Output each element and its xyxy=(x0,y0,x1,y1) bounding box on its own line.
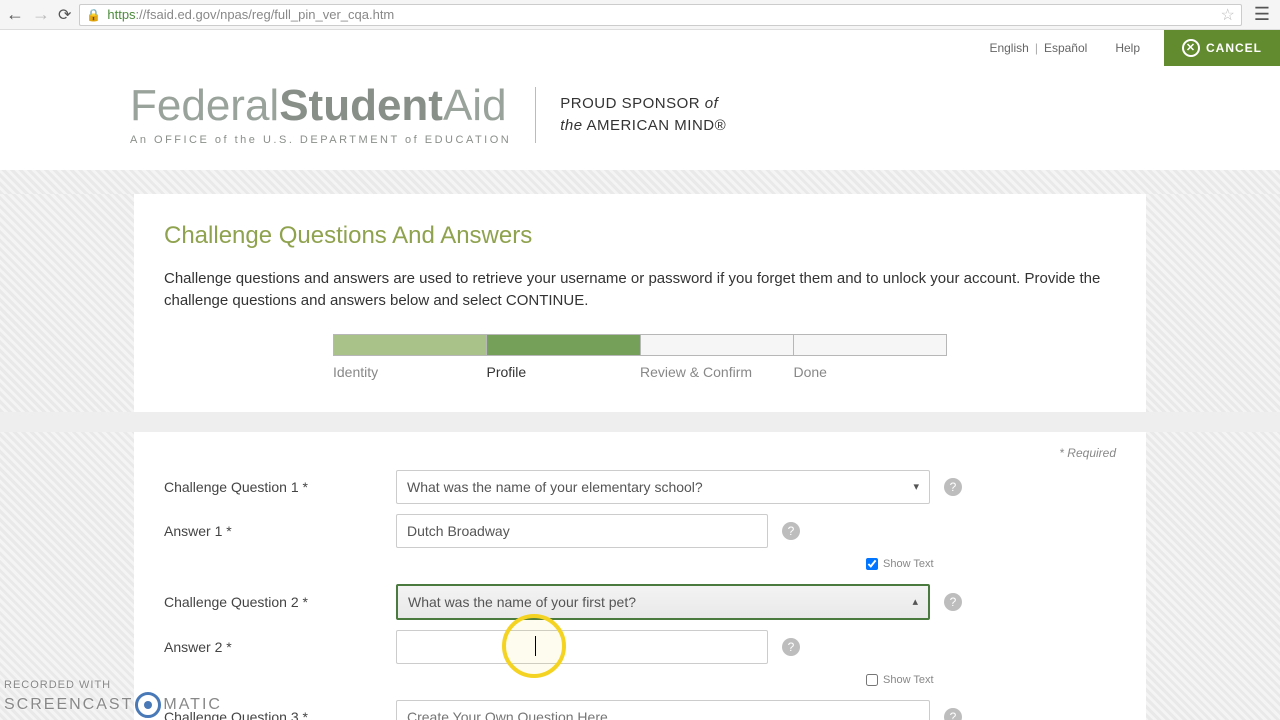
watermark-logo-icon xyxy=(135,692,161,718)
fsa-logo: FederalStudentAid An OFFICE of the U.S. … xyxy=(130,84,511,146)
a2-input[interactable] xyxy=(396,630,768,664)
chevron-down-icon: ▾ xyxy=(913,480,919,493)
progress-seg-review xyxy=(641,335,794,355)
a1-label: Answer 1 * xyxy=(164,523,396,539)
progress-seg-done xyxy=(794,335,946,355)
help-link[interactable]: Help xyxy=(1115,41,1164,55)
q3-help-icon[interactable]: ? xyxy=(944,708,962,720)
progress-seg-identity xyxy=(334,335,487,355)
chevron-up-icon: ▴ xyxy=(912,595,918,608)
q2-help-icon[interactable]: ? xyxy=(944,593,962,611)
page-title: Challenge Questions And Answers xyxy=(164,222,1116,250)
progress-label: Identity xyxy=(333,364,487,380)
q1-help-icon[interactable]: ? xyxy=(944,478,962,496)
browser-toolbar: ← → ⟳ 🔒 https://fsaid.ed.gov/npas/reg/fu… xyxy=(0,0,1280,30)
cancel-label: CANCEL xyxy=(1206,41,1262,55)
lock-icon: 🔒 xyxy=(86,8,101,22)
lang-espanol-link[interactable]: Español xyxy=(1044,41,1087,55)
utility-bar: English | Español Help ✕ CANCEL xyxy=(0,30,1280,66)
header: FederalStudentAid An OFFICE of the U.S. … xyxy=(0,66,1280,170)
q2-select[interactable]: What was the name of your first pet? ▴ xyxy=(396,584,930,620)
a2-showtext-label: Show Text xyxy=(883,674,934,686)
progress-label: Review & Confirm xyxy=(640,364,794,380)
progress-label: Profile xyxy=(487,364,641,380)
q2-value: What was the name of your first pet? xyxy=(408,594,636,610)
text-caret xyxy=(535,636,536,656)
a2-help-icon[interactable]: ? xyxy=(782,638,800,656)
lang-separator: | xyxy=(1035,41,1038,55)
a1-help-icon[interactable]: ? xyxy=(782,522,800,540)
intro-card: Challenge Questions And Answers Challeng… xyxy=(134,194,1146,412)
cancel-button[interactable]: ✕ CANCEL xyxy=(1164,30,1280,66)
a2-showtext-checkbox[interactable] xyxy=(866,674,878,686)
q1-label: Challenge Question 1 * xyxy=(164,479,396,495)
url-text: https://fsaid.ed.gov/npas/reg/full_pin_v… xyxy=(107,7,394,22)
lang-english-link[interactable]: English xyxy=(989,41,1028,55)
progress-seg-profile xyxy=(487,335,640,355)
q3-input[interactable] xyxy=(396,700,930,720)
required-note: * Required xyxy=(164,446,1116,460)
page-description: Challenge questions and answers are used… xyxy=(164,268,1116,312)
cancel-icon: ✕ xyxy=(1182,39,1200,57)
progress-stepper: Identity Profile Review & Confirm Done xyxy=(333,334,947,380)
forward-button[interactable]: → xyxy=(32,4,50,25)
page-viewport[interactable]: English | Español Help ✕ CANCEL FederalS… xyxy=(0,30,1280,720)
logo-divider xyxy=(535,87,536,143)
q1-select[interactable]: What was the name of your elementary sch… xyxy=(396,470,930,504)
q1-value: What was the name of your elementary sch… xyxy=(407,479,703,495)
hamburger-menu-icon[interactable]: ☰ xyxy=(1250,4,1274,25)
a2-label: Answer 2 * xyxy=(164,639,396,655)
form-card: * Required Challenge Question 1 * What w… xyxy=(134,432,1146,720)
recorder-watermark: RECORDED WITH SCREENCAST MATIC xyxy=(4,679,222,718)
q2-label: Challenge Question 2 * xyxy=(164,594,396,610)
bookmark-star-icon[interactable]: ☆ xyxy=(1221,5,1235,25)
a1-input[interactable] xyxy=(396,514,768,548)
a1-showtext-checkbox[interactable] xyxy=(866,558,878,570)
sponsor-tagline: PROUD SPONSOR of the AMERICAN MIND® xyxy=(560,93,726,138)
address-bar[interactable]: 🔒 https://fsaid.ed.gov/npas/reg/full_pin… xyxy=(79,4,1241,26)
back-button[interactable]: ← xyxy=(6,4,24,25)
progress-label: Done xyxy=(794,364,948,380)
reload-button[interactable]: ⟳ xyxy=(58,5,71,25)
a1-showtext-label: Show Text xyxy=(883,558,934,570)
